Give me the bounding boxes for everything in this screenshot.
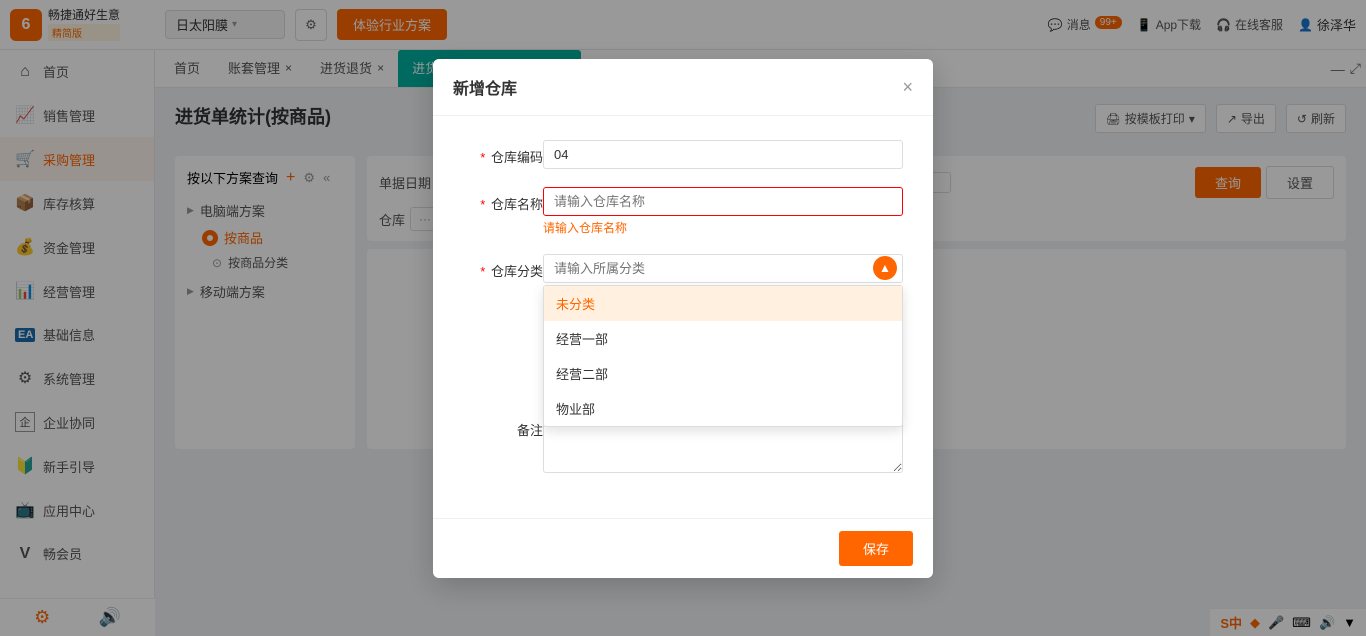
category-toggle-button[interactable]: ▲: [873, 256, 897, 280]
dropdown-item-property[interactable]: 物业部: [544, 391, 902, 426]
dropdown-item-dept2[interactable]: 经营二部: [544, 356, 902, 391]
dropdown-item-unclassified[interactable]: 未分类: [544, 286, 902, 321]
modal-header: 新增仓库 ×: [433, 59, 933, 116]
code-label: * 仓库编码: [463, 140, 543, 166]
warehouse-modal: 新增仓库 × * 仓库编码 * 仓库名称: [433, 59, 933, 578]
category-dropdown: 未分类 经营一部 经营二部 物业部: [543, 285, 903, 427]
name-input[interactable]: [543, 187, 903, 216]
code-required-star: *: [480, 150, 485, 165]
code-input-wrap: [543, 140, 903, 169]
category-input[interactable]: [543, 254, 903, 283]
name-label: * 仓库名称: [463, 187, 543, 213]
modal-title: 新增仓库: [453, 75, 517, 99]
category-required-star: *: [480, 264, 485, 279]
modal-overlay[interactable]: 新增仓库 × * 仓库编码 * 仓库名称: [0, 0, 1366, 636]
name-required-star: *: [480, 197, 485, 212]
modal-footer: 保存: [433, 518, 933, 578]
name-error-tip: 请输入仓库名称: [543, 219, 903, 236]
code-input[interactable]: [543, 140, 903, 169]
save-button[interactable]: 保存: [839, 531, 913, 566]
category-label: * 仓库分类: [463, 254, 543, 280]
modal-close-button[interactable]: ×: [902, 78, 913, 96]
category-input-wrap: ▲ 未分类 经营一部 经营二部 物业部: [543, 254, 903, 283]
category-field-row: * 仓库分类 ▲ 未分类 经营一部: [463, 254, 903, 283]
remark-label: 备注: [463, 413, 543, 439]
dropdown-item-dept1[interactable]: 经营一部: [544, 321, 902, 356]
chevron-up-icon: ▲: [879, 261, 891, 275]
name-input-wrap: 请输入仓库名称: [543, 187, 903, 236]
name-field-row: * 仓库名称 请输入仓库名称: [463, 187, 903, 236]
code-field-row: * 仓库编码: [463, 140, 903, 169]
modal-body: * 仓库编码 * 仓库名称 请输入仓库名称: [433, 116, 933, 518]
